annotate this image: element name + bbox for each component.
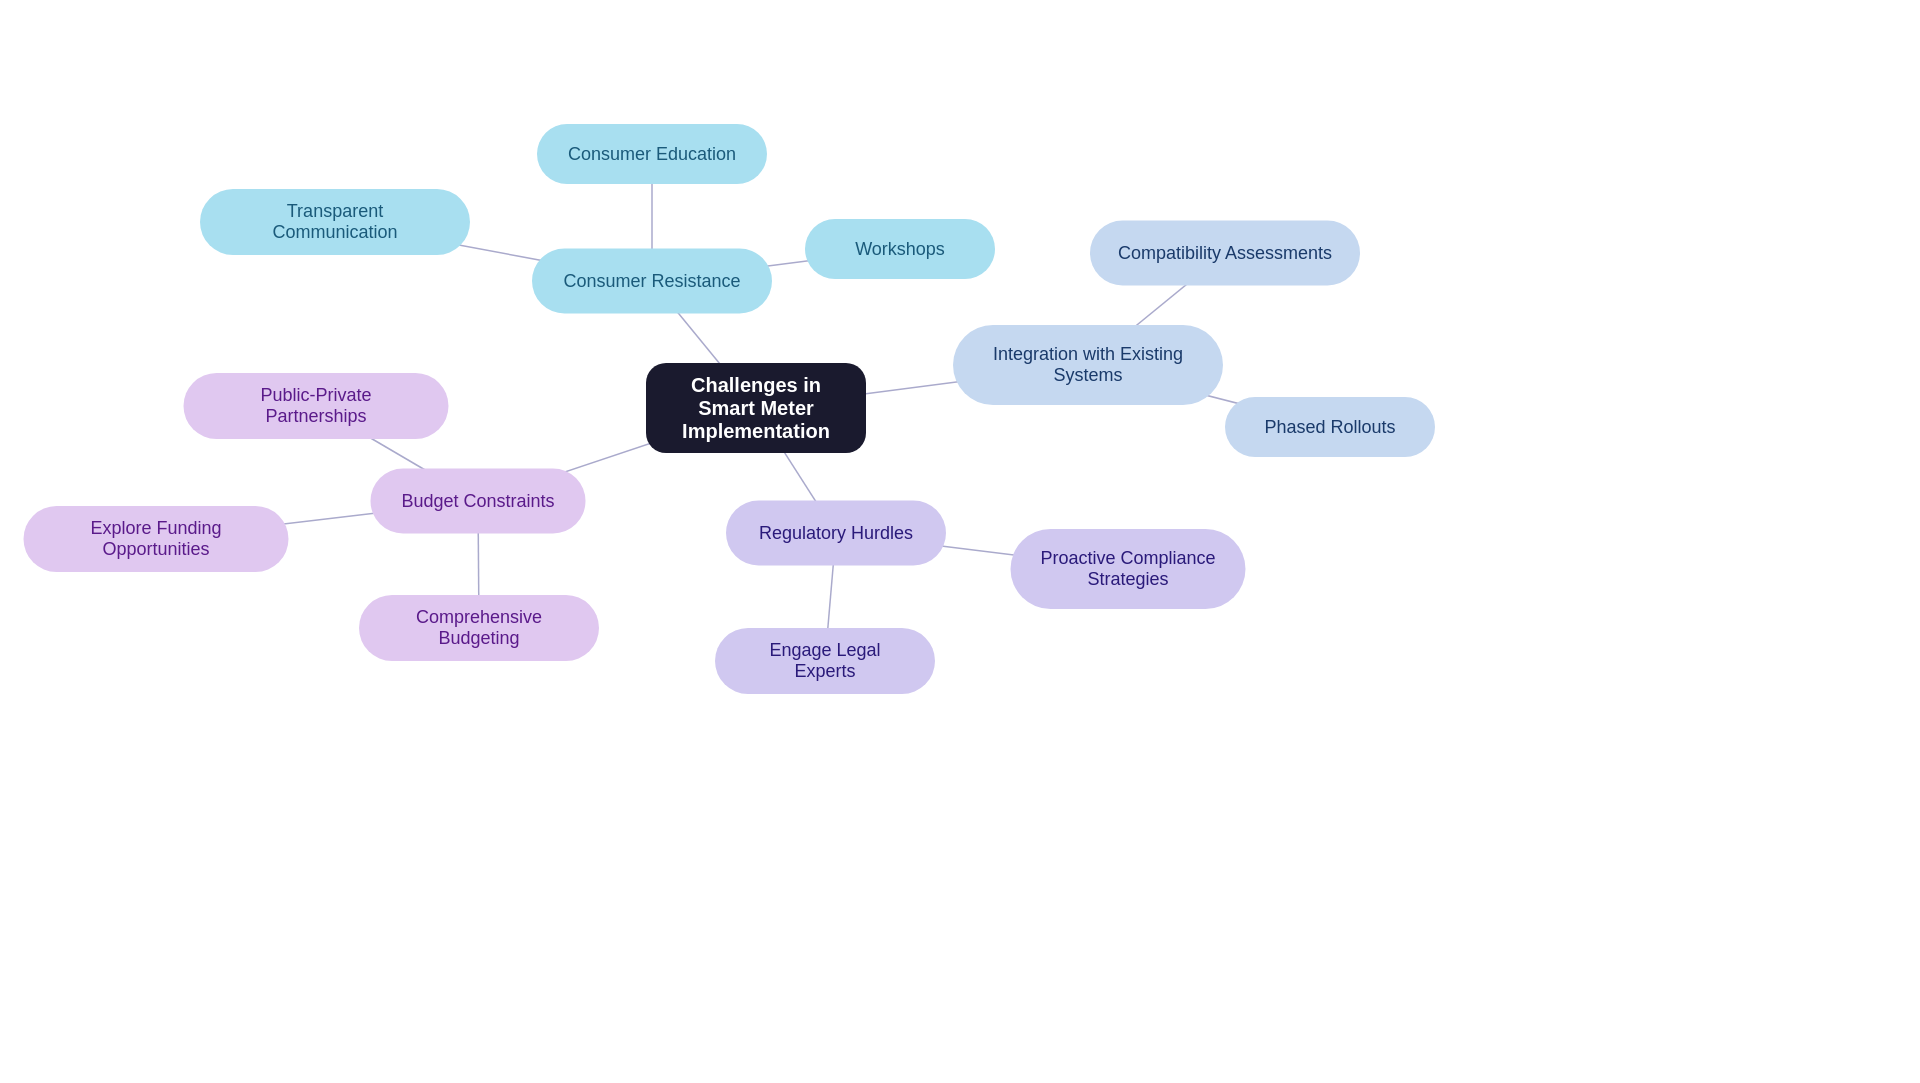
node-regulatory-hurdles[interactable]: Regulatory Hurdles	[726, 501, 946, 566]
center-node[interactable]: Challenges in Smart Meter Implementation	[646, 363, 866, 453]
node-integration[interactable]: Integration with Existing Systems	[953, 325, 1223, 405]
node-compatibility[interactable]: Compatibility Assessments	[1090, 221, 1360, 286]
node-comprehensive-budgeting[interactable]: Comprehensive Budgeting	[359, 595, 599, 661]
node-public-private[interactable]: Public-Private Partnerships	[184, 373, 449, 439]
node-explore-funding[interactable]: Explore Funding Opportunities	[24, 506, 289, 572]
node-proactive-compliance[interactable]: Proactive Compliance Strategies	[1011, 529, 1246, 609]
node-budget-constraints[interactable]: Budget Constraints	[371, 469, 586, 534]
node-consumer-education[interactable]: Consumer Education	[537, 124, 767, 184]
mindmap-container: Challenges in Smart Meter Implementation…	[0, 0, 1920, 1083]
node-engage-legal[interactable]: Engage Legal Experts	[715, 628, 935, 694]
node-consumer-resistance[interactable]: Consumer Resistance	[532, 249, 772, 314]
node-workshops[interactable]: Workshops	[805, 219, 995, 279]
node-transparent-communication[interactable]: Transparent Communication	[200, 189, 470, 255]
node-phased-rollouts[interactable]: Phased Rollouts	[1225, 397, 1435, 457]
